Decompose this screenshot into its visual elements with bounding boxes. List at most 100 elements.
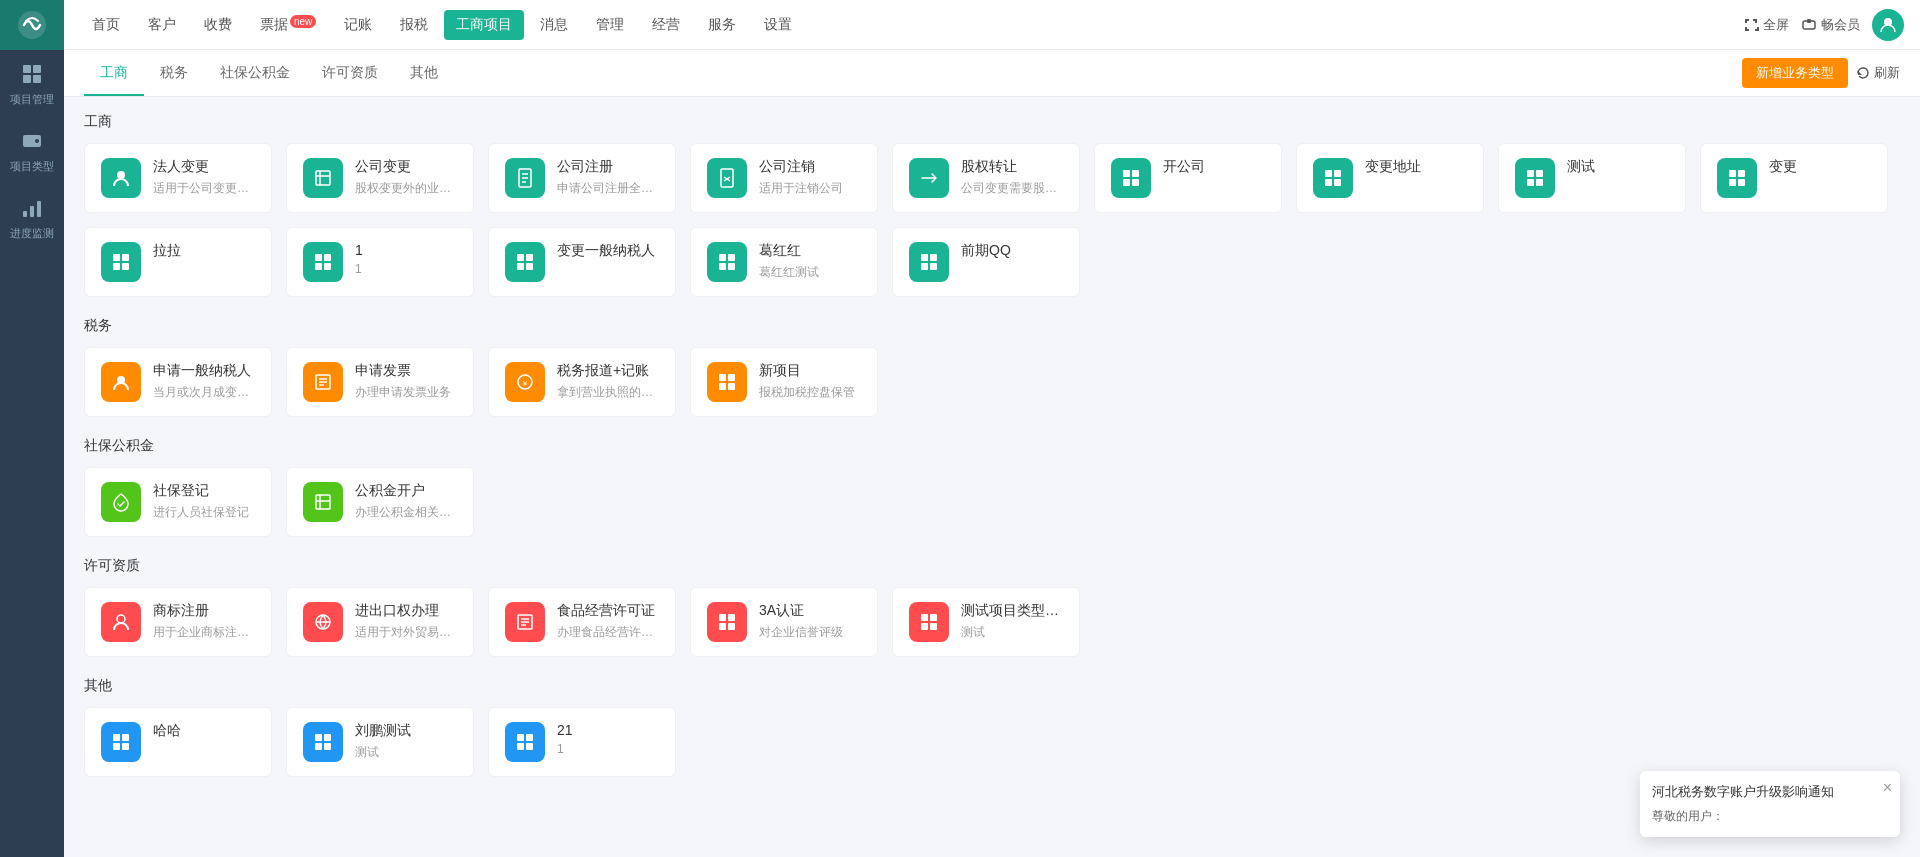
nav-message[interactable]: 消息 bbox=[528, 10, 580, 40]
test-type-icon bbox=[909, 602, 949, 642]
nav-settings[interactable]: 设置 bbox=[752, 10, 804, 40]
change-icon bbox=[1717, 158, 1757, 198]
card-apply-tax[interactable]: 申请一般纳税人 当月或次月成变更完成 bbox=[84, 347, 272, 417]
nav-service[interactable]: 服务 bbox=[696, 10, 748, 40]
fund-icon bbox=[303, 482, 343, 522]
card-21[interactable]: 21 1 bbox=[488, 707, 676, 777]
nav-operation[interactable]: 经营 bbox=[640, 10, 692, 40]
card-trademark[interactable]: 商标注册 用于企业商标注册服务 bbox=[84, 587, 272, 657]
tab-permit[interactable]: 许可资质 bbox=[306, 50, 394, 96]
card-title: 测试项目类型目定义 bbox=[961, 602, 1063, 620]
card-qq[interactable]: 前期QQ bbox=[892, 227, 1080, 297]
tabs-actions: 新增业务类型 刷新 bbox=[1742, 58, 1900, 88]
svg-rect-46 bbox=[315, 263, 322, 270]
svg-rect-56 bbox=[921, 254, 928, 261]
card-title: 法人变更 bbox=[153, 158, 255, 176]
card-1[interactable]: 1 1 bbox=[286, 227, 474, 297]
card-desc: 1 bbox=[557, 742, 659, 756]
card-company-register[interactable]: 公司注册 申请公司注册全流程 bbox=[488, 143, 676, 213]
card-liupeng[interactable]: 刘鹏测试 测试 bbox=[286, 707, 474, 777]
svg-rect-28 bbox=[1325, 170, 1332, 177]
card-title: 社保登记 bbox=[153, 482, 255, 500]
card-import-export[interactable]: 进出口权办理 适用于对外贸易经营者 bbox=[286, 587, 474, 657]
card-legal-change[interactable]: 法人变更 适用于公司变更法人 bbox=[84, 143, 272, 213]
card-desc: 进行人员社保登记 bbox=[153, 504, 255, 521]
svg-rect-45 bbox=[324, 254, 331, 261]
nav-industrial[interactable]: 工商项目 bbox=[444, 10, 524, 40]
card-test[interactable]: 测试 bbox=[1498, 143, 1686, 213]
tab-tax[interactable]: 税务 bbox=[144, 50, 204, 96]
svg-rect-40 bbox=[113, 254, 120, 261]
svg-rect-81 bbox=[719, 614, 726, 621]
address-icon bbox=[1313, 158, 1353, 198]
card-new-project[interactable]: 新项目 报税加税控盘保管 bbox=[690, 347, 878, 417]
sidebar: 项目管理 项目类型 进度监测 bbox=[0, 0, 64, 857]
svg-rect-99 bbox=[517, 743, 524, 750]
svg-rect-30 bbox=[1325, 179, 1332, 186]
tab-social-fund[interactable]: 社保公积金 bbox=[204, 50, 306, 96]
card-food-permit[interactable]: 食品经营许可证 办理食品经营许可证 bbox=[488, 587, 676, 657]
svg-rect-54 bbox=[719, 263, 726, 270]
card-company-cancel[interactable]: 公司注销 适用于注销公司 bbox=[690, 143, 878, 213]
svg-point-74 bbox=[117, 615, 125, 623]
card-change-tax[interactable]: 变更一般纳税人 bbox=[488, 227, 676, 297]
nav-home[interactable]: 首页 bbox=[80, 10, 132, 40]
card-lala[interactable]: 拉拉 bbox=[84, 227, 272, 297]
card-haha[interactable]: 哈哈 bbox=[84, 707, 272, 777]
tab-other[interactable]: 其他 bbox=[394, 50, 454, 96]
card-tax-report[interactable]: ¥ 税务报道+记账 拿到营业执照的新公司 bbox=[488, 347, 676, 417]
tax-icon bbox=[505, 242, 545, 282]
nav-bookkeeping[interactable]: 记账 bbox=[332, 10, 384, 40]
card-change[interactable]: 变更 bbox=[1700, 143, 1888, 213]
sidebar-item-progress-monitor[interactable]: 进度监测 bbox=[0, 184, 64, 251]
user-avatar[interactable] bbox=[1872, 9, 1904, 41]
notification-close-button[interactable]: × bbox=[1883, 779, 1892, 797]
svg-rect-57 bbox=[930, 254, 937, 261]
open-icon bbox=[1111, 158, 1151, 198]
card-3a-cert[interactable]: 3A认证 对企业信誉评级 bbox=[690, 587, 878, 657]
nav-ticket[interactable]: 票据new bbox=[248, 10, 328, 40]
top-navigation: 首页 客户 收费 票据new 记账 报税 工商项目 消息 管理 经营 服务 设置… bbox=[64, 0, 1920, 50]
haha-icon bbox=[101, 722, 141, 762]
grid-icon bbox=[18, 60, 46, 88]
register-icon bbox=[505, 158, 545, 198]
card-apply-invoice[interactable]: 申请发票 办理申请发票业务 bbox=[286, 347, 474, 417]
card-desc: 申请公司注册全流程 bbox=[557, 180, 659, 197]
tabs-bar: 工商 税务 社保公积金 许可资质 其他 新增业务类型 刷新 bbox=[64, 50, 1920, 97]
card-title: 申请发票 bbox=[355, 362, 457, 380]
card-company-change[interactable]: 公司变更 股权变更外的业务变更 bbox=[286, 143, 474, 213]
card-change-address[interactable]: 变更地址 bbox=[1296, 143, 1484, 213]
svg-point-13 bbox=[117, 171, 125, 179]
nav-manage[interactable]: 管理 bbox=[584, 10, 636, 40]
sidebar-item-project-type[interactable]: 项目类型 bbox=[0, 117, 64, 184]
card-title: 刘鹏测试 bbox=[355, 722, 457, 740]
card-equity-transfer[interactable]: 股权转让 公司变更需要股权转让 bbox=[892, 143, 1080, 213]
nav-billing[interactable]: 收费 bbox=[192, 10, 244, 40]
svg-rect-4 bbox=[33, 75, 41, 83]
svg-rect-85 bbox=[921, 614, 928, 621]
card-title: 商标注册 bbox=[153, 602, 255, 620]
section-tax: 税务 申请一般纳税人 当月或次月成变更完成 bbox=[64, 317, 1920, 437]
card-desc: 葛红红测试 bbox=[759, 264, 861, 281]
fullscreen-button[interactable]: 全屏 bbox=[1743, 16, 1789, 34]
card-social-register[interactable]: 社保登记 进行人员社保登记 bbox=[84, 467, 272, 537]
new-business-type-button[interactable]: 新增业务类型 bbox=[1742, 58, 1848, 88]
svg-text:¥: ¥ bbox=[522, 379, 528, 388]
food-icon bbox=[505, 602, 545, 642]
card-fund-open[interactable]: 公积金开户 办理公积金相关业务 bbox=[286, 467, 474, 537]
card-desc: 测试 bbox=[961, 624, 1063, 641]
invoice-icon bbox=[303, 362, 343, 402]
refresh-button[interactable]: 刷新 bbox=[1856, 64, 1900, 82]
member-button[interactable]: 畅会员 bbox=[1801, 16, 1860, 34]
card-gehong[interactable]: 葛红红 葛红红测试 bbox=[690, 227, 878, 297]
card-open-company[interactable]: 开公司 bbox=[1094, 143, 1282, 213]
svg-rect-71 bbox=[316, 495, 330, 509]
svg-rect-35 bbox=[1536, 179, 1543, 186]
nav-customer[interactable]: 客户 bbox=[136, 10, 188, 40]
sidebar-item-project-management[interactable]: 项目管理 bbox=[0, 50, 64, 117]
nav-tax[interactable]: 报税 bbox=[388, 10, 440, 40]
chart-icon bbox=[18, 194, 46, 222]
tax-apply-icon bbox=[101, 362, 141, 402]
tab-industrial[interactable]: 工商 bbox=[84, 50, 144, 96]
card-test-type[interactable]: 测试项目类型目定义 测试 bbox=[892, 587, 1080, 657]
